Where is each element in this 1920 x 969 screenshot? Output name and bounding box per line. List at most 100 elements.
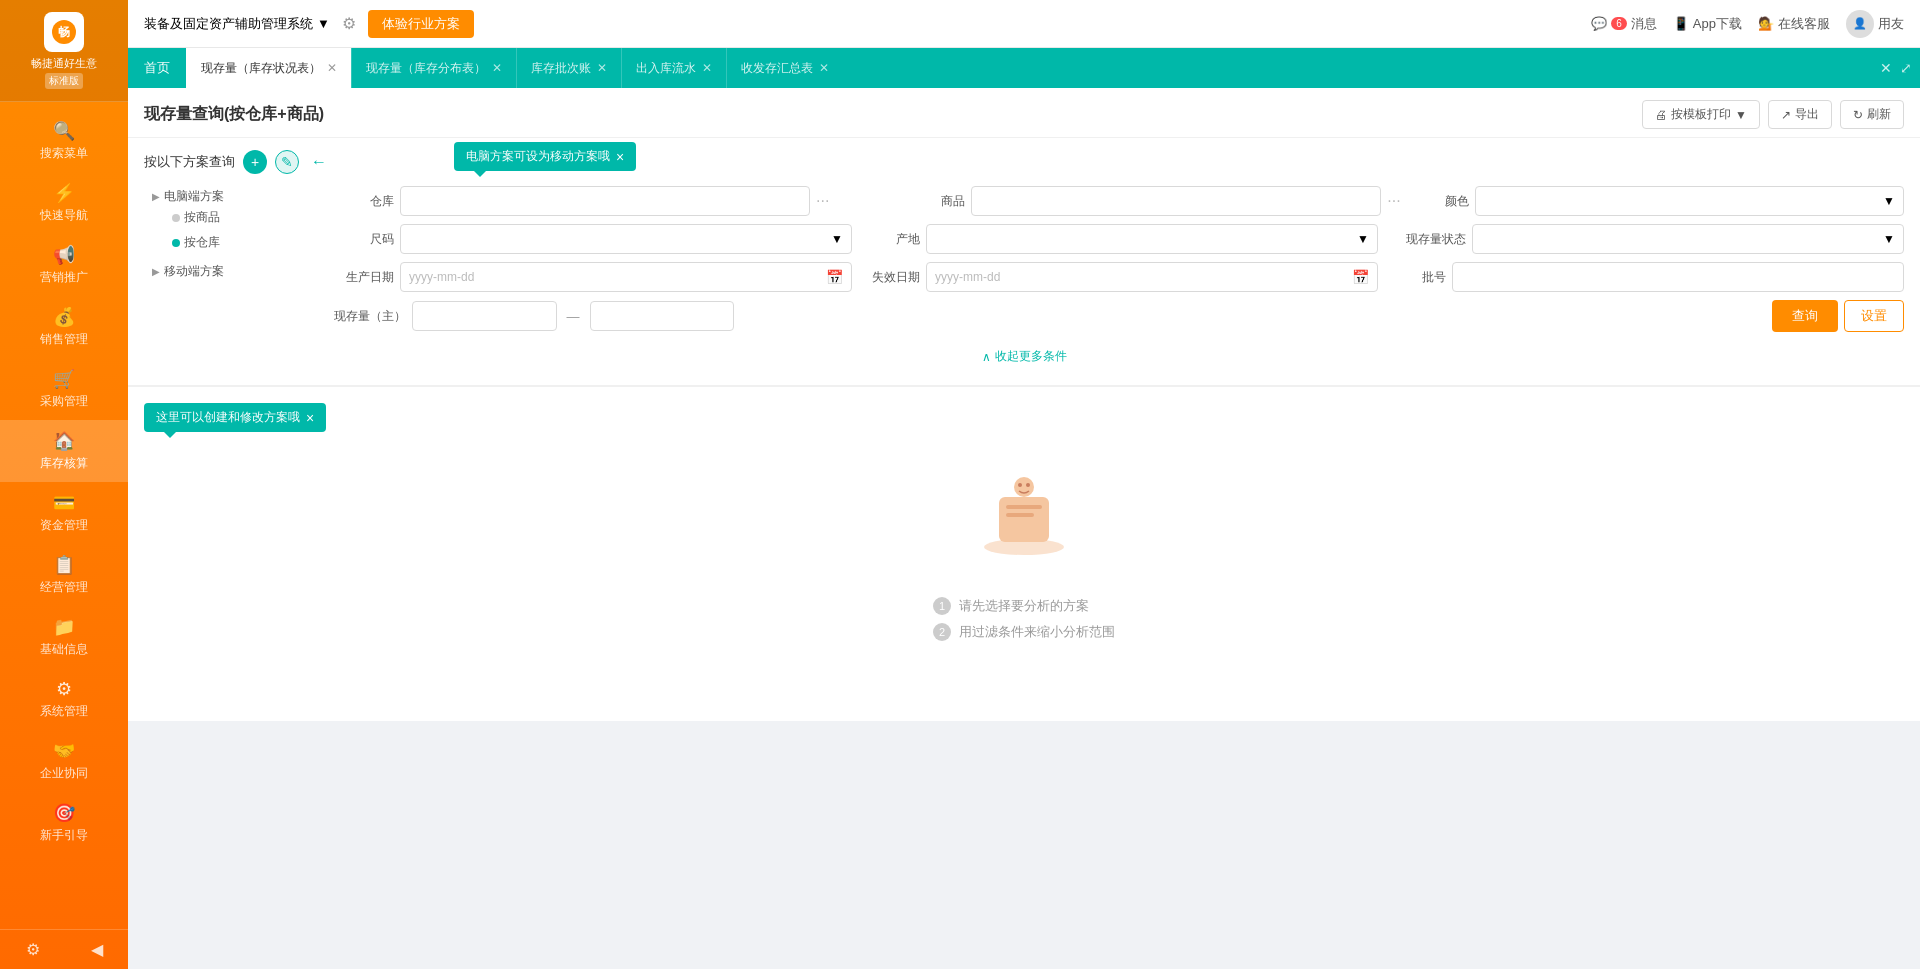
prod-date-start[interactable]: yyyy-mm-dd 📅 — [400, 262, 852, 292]
prod-date-calendar-icon: 📅 — [826, 269, 843, 285]
tab-batch-close[interactable]: ✕ — [597, 61, 607, 75]
close-all-tabs-btn[interactable]: ✕ — [1880, 60, 1892, 76]
tab-stock-status[interactable]: 现存量（库存状况表） ✕ — [186, 48, 351, 88]
collapse-icon: ∧ — [982, 350, 991, 364]
tab-stock-dist-close[interactable]: ✕ — [492, 61, 502, 75]
collapse-btn[interactable]: ∧ 收起更多条件 — [982, 348, 1067, 365]
stock-status-field: 现存量状态 ▼ — [1386, 224, 1904, 254]
tab-batch[interactable]: 库存批次账 ✕ — [516, 48, 621, 88]
tab-stock-status-close[interactable]: ✕ — [327, 61, 337, 75]
edit-scheme-btn[interactable]: ✎ — [275, 150, 299, 174]
scheme-desktop-parent[interactable]: ▶ 电脑端方案 — [152, 186, 322, 207]
color-select[interactable]: ▼ — [1475, 186, 1904, 216]
batch-no-label: 批号 — [1386, 269, 1446, 286]
export-btn[interactable]: ↗ 导出 — [1768, 100, 1832, 129]
search-icon: 🔍 — [53, 120, 75, 142]
scheme-by-goods[interactable]: 按商品 — [172, 207, 322, 228]
scheme-by-goods-label: 按商品 — [184, 209, 220, 226]
header-settings-icon[interactable]: ⚙ — [342, 14, 356, 33]
scheme-dot — [172, 214, 180, 222]
system-title-chevron: ▼ — [317, 16, 330, 31]
empty-state: 1 请先选择要分析的方案 2 用过滤条件来缩小分析范围 — [128, 387, 1920, 721]
filter-fields: 仓库 ··· 商品 ··· — [334, 186, 1904, 332]
trial-button[interactable]: 体验行业方案 — [368, 10, 474, 38]
message-badge: 6 — [1611, 17, 1627, 30]
tab-batch-label: 库存批次账 — [531, 60, 591, 77]
prod-date-field: 生产日期 yyyy-mm-dd 📅 — [334, 262, 852, 292]
top-header: 装备及固定资产辅助管理系统 ▼ ⚙ 体验行业方案 💬 6 消息 📱 App下载 … — [128, 0, 1920, 48]
sidebar-item-label: 销售管理 — [40, 331, 88, 348]
tab-inout-close[interactable]: ✕ — [702, 61, 712, 75]
step-2-num: 2 — [933, 623, 951, 641]
sidebar-item-basic[interactable]: 📁 基础信息 — [0, 606, 128, 668]
sidebar-item-funds[interactable]: 💳 资金管理 — [0, 482, 128, 544]
tab-summary-label: 收发存汇总表 — [741, 60, 813, 77]
goods-select[interactable] — [971, 186, 1381, 216]
empty-step-1: 1 请先选择要分析的方案 — [933, 597, 1115, 615]
tab-home[interactable]: 首页 — [128, 48, 186, 88]
stock-qty-to[interactable] — [590, 301, 735, 331]
step-2-text: 用过滤条件来缩小分析范围 — [959, 623, 1115, 641]
sidebar-item-purchase[interactable]: 🛒 采购管理 — [0, 358, 128, 420]
collapse-row: ∧ 收起更多条件 — [144, 340, 1904, 373]
expire-date-placeholder: yyyy-mm-dd — [935, 270, 1000, 284]
sidebar-item-inventory[interactable]: 🏠 库存核算 — [0, 420, 128, 482]
refresh-btn[interactable]: ↻ 刷新 — [1840, 100, 1904, 129]
batch-no-input[interactable] — [1452, 262, 1904, 292]
stock-qty-from[interactable] — [412, 301, 557, 331]
expire-date-start[interactable]: yyyy-mm-dd 📅 — [926, 262, 1378, 292]
back-btn[interactable]: ← — [307, 150, 331, 174]
tab-inout[interactable]: 出入库流水 ✕ — [621, 48, 726, 88]
warehouse-dots[interactable]: ··· — [816, 192, 829, 210]
sidebar-item-search[interactable]: 🔍 搜索菜单 — [0, 110, 128, 172]
sidebar-item-label: 经营管理 — [40, 579, 88, 596]
sidebar-item-system[interactable]: ⚙ 系统管理 — [0, 668, 128, 730]
customer-service-btn[interactable]: 💁 在线客服 — [1758, 15, 1830, 33]
sidebar-item-nav[interactable]: ⚡ 快速导航 — [0, 172, 128, 234]
add-scheme-btn[interactable]: + — [243, 150, 267, 174]
messages-btn[interactable]: 💬 6 消息 — [1591, 15, 1657, 33]
settings-footer-btn[interactable]: ⚙ — [26, 940, 40, 959]
origin-select[interactable]: ▼ — [926, 224, 1378, 254]
tab-summary[interactable]: 收发存汇总表 ✕ — [726, 48, 843, 88]
purchase-icon: 🛒 — [53, 368, 75, 390]
reset-button[interactable]: 设置 — [1844, 300, 1904, 332]
system-title-select[interactable]: 装备及固定资产辅助管理系统 ▼ — [144, 15, 330, 33]
app-download-btn[interactable]: 📱 App下载 — [1673, 15, 1742, 33]
expire-date-field: 失效日期 yyyy-mm-dd 📅 — [860, 262, 1378, 292]
filter-buttons: 查询 设置 — [1772, 300, 1904, 332]
refresh-label: 刷新 — [1867, 106, 1891, 123]
sidebar-item-sales[interactable]: 💰 销售管理 — [0, 296, 128, 358]
fullscreen-btn[interactable]: ⤢ — [1900, 60, 1912, 76]
stock-status-select[interactable]: ▼ — [1472, 224, 1904, 254]
user-btn[interactable]: 👤 用友 — [1846, 10, 1904, 38]
scheme-dot-2 — [172, 239, 180, 247]
sidebar-item-operations[interactable]: 📋 经营管理 — [0, 544, 128, 606]
message-label: 消息 — [1631, 15, 1657, 33]
size-select[interactable]: ▼ — [400, 224, 852, 254]
logo-icon: 畅 — [44, 12, 84, 52]
scheme-by-warehouse[interactable]: 按仓库 — [172, 232, 322, 253]
sidebar-item-label: 快速导航 — [40, 207, 88, 224]
sidebar-item-collab[interactable]: 🤝 企业协同 — [0, 730, 128, 792]
nav-icon: ⚡ — [53, 182, 75, 204]
svg-rect-3 — [999, 497, 1049, 542]
scheme-mobile-parent[interactable]: ▶ 移动端方案 — [152, 261, 322, 282]
warehouse-field: 仓库 ··· — [334, 186, 829, 216]
collapse-sidebar-btn[interactable]: ◀ — [91, 940, 103, 959]
warehouse-select[interactable] — [400, 186, 810, 216]
tab-stock-dist[interactable]: 现存量（库存分布表） ✕ — [351, 48, 516, 88]
sidebar-item-marketing[interactable]: 📢 营销推广 — [0, 234, 128, 296]
tooltip-1-close[interactable]: × — [616, 149, 624, 165]
goods-dots[interactable]: ··· — [1387, 192, 1400, 210]
logo-badge: 标准版 — [45, 73, 83, 89]
empty-steps: 1 请先选择要分析的方案 2 用过滤条件来缩小分析范围 — [933, 597, 1115, 641]
sidebar-item-guide[interactable]: 🎯 新手引导 — [0, 792, 128, 854]
mobile-icon: 📱 — [1673, 16, 1689, 31]
tooltip-2-close[interactable]: × — [306, 410, 314, 426]
print-btn[interactable]: 🖨 按模板打印 ▼ — [1642, 100, 1760, 129]
tab-summary-close[interactable]: ✕ — [819, 61, 829, 75]
origin-chevron: ▼ — [1357, 232, 1369, 246]
page-inner: 现存量查询(按仓库+商品) 🖨 按模板打印 ▼ ↗ 导出 ↻ 刷新 — [128, 88, 1920, 721]
search-button[interactable]: 查询 — [1772, 300, 1838, 332]
